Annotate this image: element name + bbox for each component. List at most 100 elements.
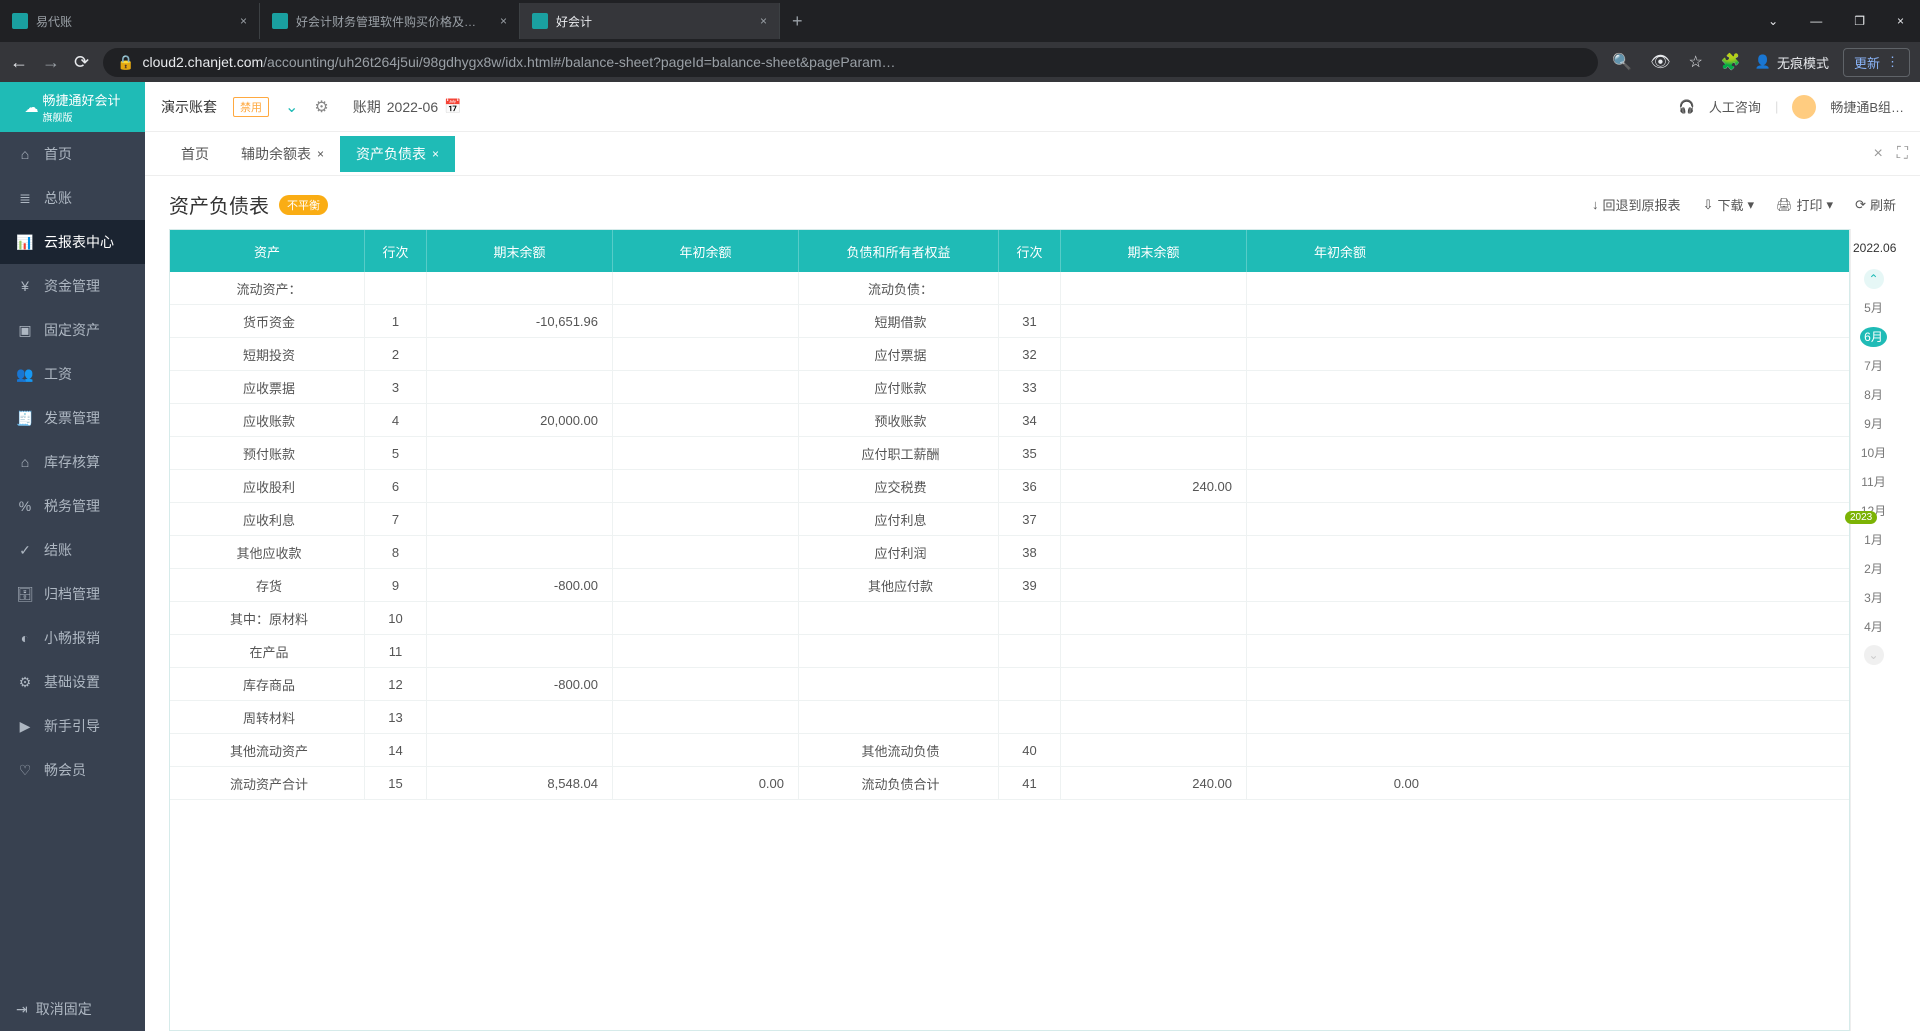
forward-icon[interactable]: → <box>42 52 60 73</box>
headset-icon[interactable]: 🎧 <box>1679 99 1695 115</box>
page-tab-资产负债表[interactable]: 资产负债表× <box>340 136 455 172</box>
table-row[interactable]: 货币资金1-10,651.96短期借款31 <box>170 305 1849 338</box>
table-row[interactable]: 应收票据3应付账款33 <box>170 371 1849 404</box>
month-rail: 2022.06 ⌃ 5月6月7月8月9月10月11月12月 2023 1月2月3… <box>1850 229 1896 1031</box>
month-2月[interactable]: 2月 <box>1851 554 1896 583</box>
sidebar-item-基础设置[interactable]: ⚙基础设置 <box>0 660 145 704</box>
calendar-icon[interactable]: 📅 <box>444 98 461 115</box>
sidebar-item-云报表中心[interactable]: 📊云报表中心 <box>0 220 145 264</box>
sidebar-item-首页[interactable]: ⌂首页 <box>0 132 145 176</box>
table-row[interactable]: 应收账款420,000.00预收账款34 <box>170 404 1849 437</box>
minimize-icon[interactable]: — <box>1794 14 1838 28</box>
close-icon[interactable]: × <box>760 14 767 28</box>
back-icon[interactable]: ← <box>10 52 28 73</box>
reload-icon[interactable]: ⟳ <box>74 52 89 73</box>
table-row[interactable]: 流动资产合计158,548.040.00流动负债合计41240.000.00 <box>170 767 1849 800</box>
update-button[interactable]: 更新⋮ <box>1843 48 1910 77</box>
cell-liab: 流动负债合计 <box>799 767 999 799</box>
help-link[interactable]: 人工咨询 <box>1709 97 1761 116</box>
period-value[interactable]: 2022-06 <box>387 99 438 115</box>
cell-lbegin <box>1247 437 1433 469</box>
page-tab-辅助余额表[interactable]: 辅助余额表× <box>225 136 340 172</box>
unpin-label: 取消固定 <box>36 999 92 1019</box>
table-row[interactable]: 其他流动资产14其他流动负债40 <box>170 734 1849 767</box>
month-3月[interactable]: 3月 <box>1851 583 1896 612</box>
new-tab-button[interactable]: + <box>780 11 815 32</box>
browser-tab-1[interactable]: 易代账 × <box>0 3 260 39</box>
browser-tab-2[interactable]: 好会计财务管理软件购买价格及… × <box>260 3 520 39</box>
sidebar-item-税务管理[interactable]: %税务管理 <box>0 484 145 528</box>
unpin-sidebar-button[interactable]: ⇥ 取消固定 <box>0 987 145 1031</box>
cell-lbegin <box>1247 503 1433 535</box>
col-end-balance-2: 期末余额 <box>1061 230 1247 272</box>
download-button[interactable]: ⇩下载▾ <box>1703 195 1754 214</box>
table-row[interactable]: 其他应收款8应付利润38 <box>170 536 1849 569</box>
cell-lrow <box>999 602 1061 634</box>
table-row[interactable]: 存货9-800.00其他应付款39 <box>170 569 1849 602</box>
table-row[interactable]: 周转材料13 <box>170 701 1849 734</box>
user-name[interactable]: 畅捷通B组… <box>1830 97 1904 116</box>
close-icon[interactable]: × <box>500 14 507 28</box>
cell-begin <box>613 470 799 502</box>
url-input[interactable]: 🔒 cloud2.chanjet.com/accounting/uh26t264… <box>103 48 1598 77</box>
sidebar-item-归档管理[interactable]: 🗄归档管理 <box>0 572 145 616</box>
maximize-icon[interactable]: ❐ <box>1838 14 1881 28</box>
table-row[interactable]: 在产品11 <box>170 635 1849 668</box>
month-11月[interactable]: 11月 <box>1851 467 1896 496</box>
close-icon[interactable]: × <box>240 14 247 28</box>
cell-liab: 其他流动负债 <box>799 734 999 766</box>
gear-icon[interactable]: ⚙ <box>314 97 328 117</box>
rail-down-icon[interactable]: ⌄ <box>1864 645 1884 665</box>
month-10月[interactable]: 10月 <box>1851 438 1896 467</box>
sidebar-item-总账[interactable]: ≣总账 <box>0 176 145 220</box>
month-8月[interactable]: 8月 <box>1851 380 1896 409</box>
close-icon[interactable]: × <box>317 147 324 161</box>
table-row[interactable]: 应收利息7应付利息37 <box>170 503 1849 536</box>
table-row[interactable]: 预付账款5应付职工薪酬35 <box>170 437 1849 470</box>
sidebar-item-发票管理[interactable]: 🧾发票管理 <box>0 396 145 440</box>
close-icon[interactable]: × <box>432 147 439 161</box>
month-4月[interactable]: 4月 <box>1851 612 1896 641</box>
sidebar-item-工资[interactable]: 👥工资 <box>0 352 145 396</box>
rail-up-icon[interactable]: ⌃ <box>1864 269 1884 289</box>
refresh-button[interactable]: ⟳刷新 <box>1855 195 1896 214</box>
extension-icon[interactable]: 🧩 <box>1721 52 1741 72</box>
cell-lbegin <box>1247 470 1433 502</box>
close-window-icon[interactable]: × <box>1881 14 1920 28</box>
table-row[interactable]: 应收股利6应交税费36240.00 <box>170 470 1849 503</box>
eye-blocked-icon[interactable]: 👁 <box>1650 52 1670 72</box>
star-icon[interactable]: ☆ <box>1689 52 1703 72</box>
table-row[interactable]: 流动资产：流动负债： <box>170 272 1849 305</box>
close-all-tabs-icon[interactable]: × <box>1873 145 1882 163</box>
sidebar-item-小畅报销[interactable]: ◐小畅报销 <box>0 616 145 660</box>
table-row[interactable]: 库存商品12-800.00 <box>170 668 1849 701</box>
sidebar-item-资金管理[interactable]: ¥资金管理 <box>0 264 145 308</box>
browser-tab-3[interactable]: 好会计 × <box>520 3 780 39</box>
product-logo[interactable]: ☁ 畅捷通好会计 旗舰版 <box>0 82 145 132</box>
fullscreen-icon[interactable]: ⛶ <box>1897 145 1908 163</box>
caret-down-icon[interactable]: ⌄ <box>1752 14 1794 28</box>
month-1月[interactable]: 1月 <box>1851 525 1896 554</box>
sidebar-item-固定资产[interactable]: ▣固定资产 <box>0 308 145 352</box>
chevron-down-icon[interactable]: ⌄ <box>285 97 298 117</box>
month-9月[interactable]: 9月 <box>1851 409 1896 438</box>
sidebar-item-库存核算[interactable]: ⌂库存核算 <box>0 440 145 484</box>
month-6月[interactable]: 6月 <box>1851 322 1896 351</box>
account-select[interactable]: 演示账套 <box>161 97 217 117</box>
sidebar-item-畅会员[interactable]: ♡畅会员 <box>0 748 145 792</box>
cell-lrow: 37 <box>999 503 1061 535</box>
avatar[interactable] <box>1792 95 1816 119</box>
table-row[interactable]: 短期投资2应付票据32 <box>170 338 1849 371</box>
month-5月[interactable]: 5月 <box>1851 293 1896 322</box>
year-label[interactable]: 2022.06 <box>1851 237 1896 259</box>
page-tab-首页[interactable]: 首页 <box>165 136 225 172</box>
print-button[interactable]: 🖨打印▾ <box>1776 195 1833 214</box>
table-row[interactable]: 其中：原材料10 <box>170 602 1849 635</box>
sidebar-item-新手引导[interactable]: ▶新手引导 <box>0 704 145 748</box>
revert-button[interactable]: ↓回退到原报表 <box>1592 195 1681 214</box>
menu-icon: ⚙ <box>16 674 34 691</box>
month-7月[interactable]: 7月 <box>1851 351 1896 380</box>
sidebar-item-结账[interactable]: ✓结账 <box>0 528 145 572</box>
zoom-icon[interactable]: 🔍 <box>1612 52 1632 72</box>
cell-lrow: 34 <box>999 404 1061 436</box>
